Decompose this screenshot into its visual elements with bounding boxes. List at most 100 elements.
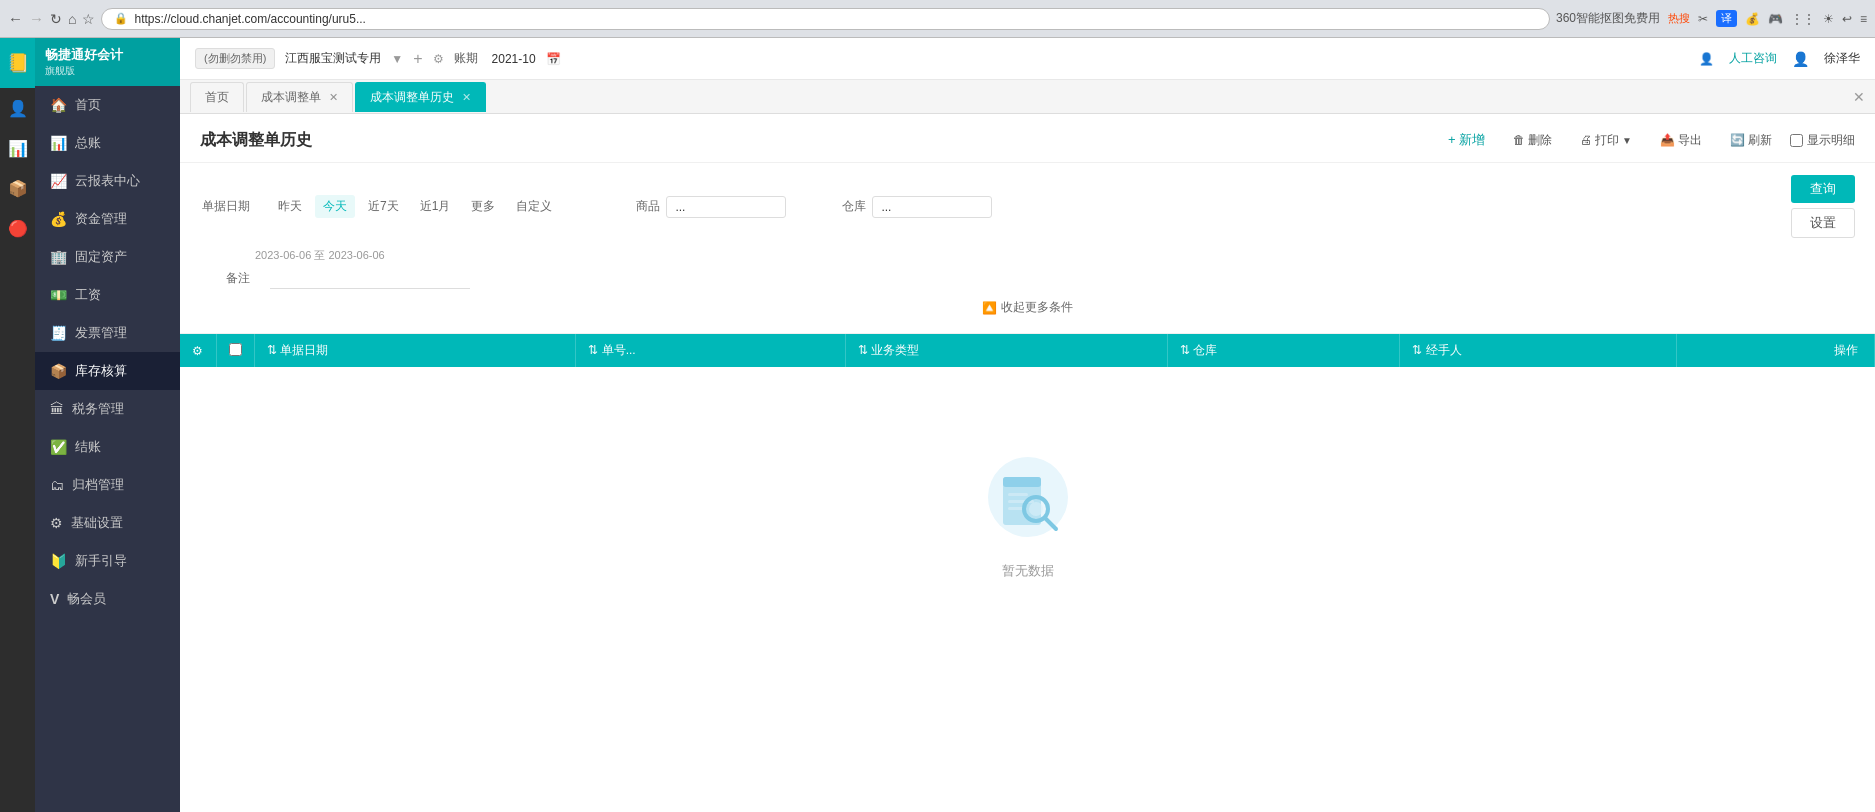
consult-label[interactable]: 人工咨询 [1729, 50, 1777, 67]
collapse-button[interactable]: 🔼 收起更多条件 [982, 299, 1073, 316]
th-biz-type[interactable]: ⇅ 业务类型 [846, 334, 1168, 367]
date-btn-custom[interactable]: 自定义 [508, 195, 560, 218]
refresh-button[interactable]: 🔄 刷新 [1720, 127, 1782, 154]
fixed-assets-nav-icon: 🏢 [50, 249, 67, 265]
icon-sidebar-item-1[interactable]: 👤 [0, 88, 35, 128]
invoice-nav-label: 发票管理 [75, 324, 127, 342]
workspace-tag: (勿删勿禁用) [195, 48, 275, 69]
show-detail-input[interactable] [1790, 134, 1803, 147]
date-filter-group: 昨天 今天 近7天 近1月 更多 自定义 [270, 195, 560, 218]
fixed-assets-nav-label: 固定资产 [75, 248, 127, 266]
sidebar-item-fund[interactable]: 💰 资金管理 [35, 200, 180, 238]
vip-nav-icon: V [50, 591, 59, 607]
add-workspace-button[interactable]: + [413, 50, 422, 68]
scissors-icon[interactable]: ✂ [1698, 12, 1708, 26]
th-operator[interactable]: ⇅ 经手人 [1400, 334, 1677, 367]
sidebar-item-payroll[interactable]: 💵 工资 [35, 276, 180, 314]
sidebar-item-inventory[interactable]: 📦 库存核算 [35, 352, 180, 390]
cloud-reports-nav-label: 云报表中心 [75, 172, 140, 190]
forward-button[interactable]: → [29, 10, 44, 27]
close-window-button[interactable]: ✕ [1853, 89, 1865, 105]
sidebar-item-guide[interactable]: 🔰 新手引导 [35, 542, 180, 580]
settings-nav-icon: ⚙ [50, 515, 63, 531]
address-bar[interactable]: 🔒 https://cloud.chanjet.com/accounting/u… [101, 8, 1549, 30]
consult-icon: 👤 [1699, 52, 1714, 66]
warehouse-select[interactable]: ... [872, 196, 992, 218]
back-button[interactable]: ← [8, 10, 23, 27]
select-all-checkbox[interactable] [229, 343, 242, 356]
svg-rect-2 [1003, 477, 1041, 487]
remark-filter-label: 备注 [200, 270, 250, 287]
grid-icon[interactable]: ⋮⋮ [1791, 12, 1815, 26]
address-text: https://cloud.chanjet.com/accounting/uru… [134, 12, 365, 26]
svg-rect-3 [1008, 493, 1028, 496]
goods-select[interactable]: ... [666, 196, 786, 218]
date-btn-yesterday[interactable]: 昨天 [270, 195, 310, 218]
icon-sidebar-item-3[interactable]: 📦 [0, 168, 35, 208]
remark-filter-input[interactable] [270, 268, 470, 289]
tab-home[interactable]: 首页 [190, 82, 244, 112]
date-btn-1month[interactable]: 近1月 [412, 195, 459, 218]
tab-cost-adjust-history[interactable]: 成本调整单历史 ✕ [355, 82, 486, 112]
th-number[interactable]: ⇅ 单号... [576, 334, 846, 367]
date-btn-7days[interactable]: 近7天 [360, 195, 407, 218]
icon-sidebar-item-2[interactable]: 📊 [0, 128, 35, 168]
date-btn-more[interactable]: 更多 [463, 195, 503, 218]
sidebar-item-fixed-assets[interactable]: 🏢 固定资产 [35, 238, 180, 276]
print-dropdown-icon[interactable]: ▼ [1622, 135, 1632, 146]
th-checkbox[interactable] [216, 334, 254, 367]
calendar-icon[interactable]: 📅 [546, 52, 561, 66]
sidebar-item-tax[interactable]: 🏛 税务管理 [35, 390, 180, 428]
tab-cost-adjust[interactable]: 成本调整单 ✕ [246, 82, 353, 112]
search-tool[interactable]: 360智能抠图免费用 [1556, 10, 1660, 27]
reload-button[interactable]: ↻ [50, 11, 62, 27]
settings-nav-label: 基础设置 [71, 514, 123, 532]
export-button[interactable]: 📤 导出 [1650, 127, 1712, 154]
undo-icon[interactable]: ↩ [1842, 12, 1852, 26]
th-warehouse[interactable]: ⇅ 仓库 [1167, 334, 1399, 367]
tax-nav-label: 税务管理 [72, 400, 124, 418]
icon-sidebar-item-4[interactable]: 🔴 [0, 208, 35, 248]
translate-icon[interactable]: 译 [1716, 10, 1737, 27]
star-button[interactable]: ☆ [82, 11, 95, 27]
dropdown-icon[interactable]: ▼ [391, 52, 403, 66]
sidebar-item-settlement[interactable]: ✅ 结账 [35, 428, 180, 466]
query-button[interactable]: 查询 [1791, 175, 1855, 203]
brightness-icon[interactable]: ☀ [1823, 12, 1834, 26]
period-value: 2021-10 [492, 52, 536, 66]
sidebar-item-home[interactable]: 🏠 首页 [35, 86, 180, 124]
print-button[interactable]: 🖨 打印 ▼ [1570, 127, 1642, 154]
sidebar-item-settings[interactable]: ⚙ 基础设置 [35, 504, 180, 542]
home-browser-button[interactable]: ⌂ [68, 11, 76, 27]
sidebar-item-invoice[interactable]: 🧾 发票管理 [35, 314, 180, 352]
date-btn-today[interactable]: 今天 [315, 195, 355, 218]
app-header-right: 👤 人工咨询 👤 徐泽华 [1699, 50, 1860, 67]
ledger-nav-label: 总账 [75, 134, 101, 152]
th-date[interactable]: ⇅ 单据日期 [254, 334, 576, 367]
date-range-text: 2023-06-06 至 2023-06-06 [255, 248, 385, 263]
username[interactable]: 徐泽华 [1824, 50, 1860, 67]
tab-cost-adjust-label: 成本调整单 [261, 89, 321, 106]
tab-cost-adjust-history-close[interactable]: ✕ [462, 91, 471, 104]
fund-nav-icon: 💰 [50, 211, 67, 227]
settings-workspace-icon[interactable]: ⚙ [433, 52, 444, 66]
tab-cost-adjust-history-label: 成本调整单历史 [370, 89, 454, 106]
sidebar-item-vip[interactable]: V 畅会员 [35, 580, 180, 618]
empty-illustration [978, 447, 1078, 547]
settings-filter-button[interactable]: 设置 [1791, 208, 1855, 238]
tab-cost-adjust-close[interactable]: ✕ [329, 91, 338, 104]
game-icon[interactable]: 🎮 [1768, 12, 1783, 26]
delete-button[interactable]: 🗑 删除 [1503, 127, 1562, 154]
menu-icon[interactable]: ≡ [1860, 12, 1867, 26]
th-biz-type-label: ⇅ 业务类型 [858, 343, 919, 357]
print-icon: 🖨 [1580, 133, 1592, 147]
export-icon: 📤 [1660, 133, 1675, 147]
show-detail-checkbox[interactable]: 显示明细 [1790, 132, 1855, 149]
th-settings[interactable]: ⚙ [180, 334, 216, 367]
sidebar-item-archive[interactable]: 🗂 归档管理 [35, 466, 180, 504]
add-button[interactable]: + 新增 [1438, 126, 1495, 154]
sidebar-item-cloud-reports[interactable]: 📈 云报表中心 [35, 162, 180, 200]
cloud-reports-nav-icon: 📈 [50, 173, 67, 189]
sidebar-item-ledger[interactable]: 📊 总账 [35, 124, 180, 162]
wallet-icon[interactable]: 💰 [1745, 12, 1760, 26]
